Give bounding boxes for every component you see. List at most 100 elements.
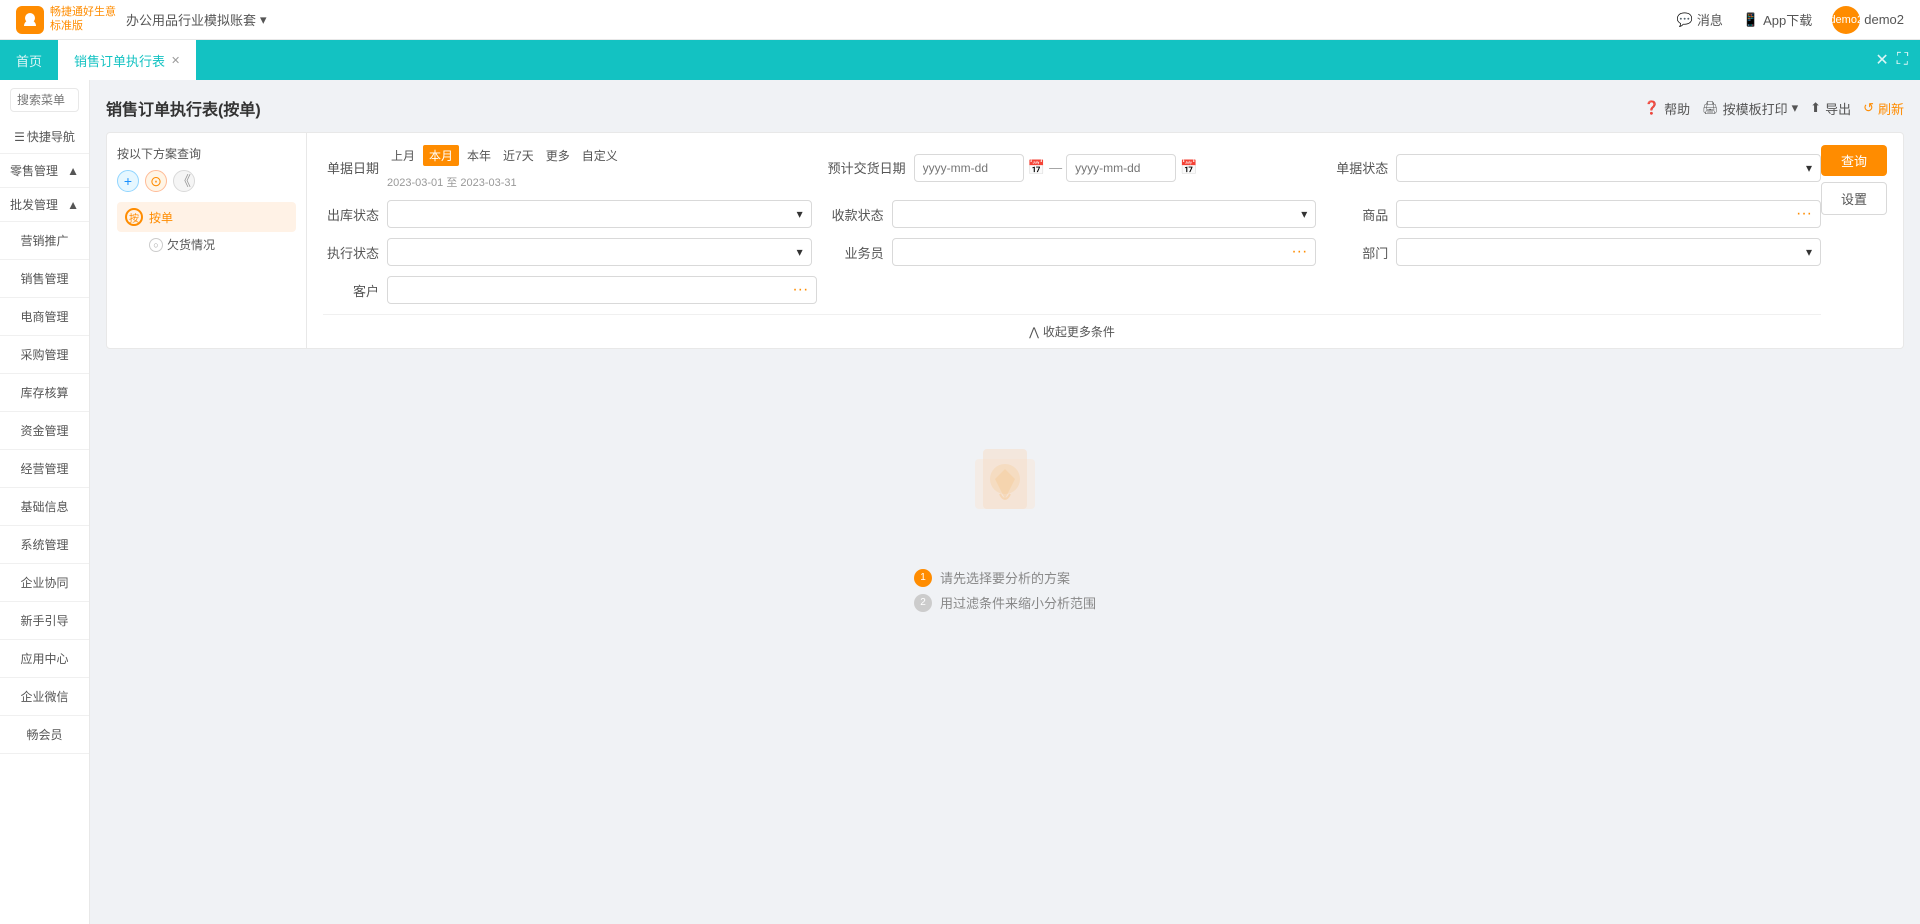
message-button[interactable]: 💬 消息 [1677,10,1723,29]
tab-fullscreen-icon[interactable]: ⛶ [1897,51,1908,69]
wholesale-arrow: ▲ [67,198,79,212]
scheme-sub-欠货[interactable]: ○ 欠货情况 [117,232,296,257]
sidebar-item-sales[interactable]: 销售管理 [0,260,89,298]
shortcut-this-month[interactable]: 本月 [423,145,459,166]
download-icon: 📱 [1743,12,1759,28]
sidebar-item-apps[interactable]: 应用中心 [0,640,89,678]
exec-status-control: ▾ [387,238,812,266]
filter-customer: 客户 ··· [323,276,817,304]
salesperson-dots[interactable]: ··· [1291,243,1307,261]
goods-select[interactable]: ··· [1396,200,1821,228]
settings-button[interactable]: 设置 [1821,182,1887,215]
export-button[interactable]: ⬆ 导出 [1810,99,1851,118]
shortcut-7days[interactable]: 近7天 [499,145,538,166]
sidebar-item-operations[interactable]: 经营管理 [0,450,89,488]
sales-order-tab-label: 销售订单执行表 [74,51,165,70]
sidebar-search-input[interactable] [10,88,79,112]
app-name: 办公用品行业模拟账套 [126,10,256,29]
step-1-num: 1 [914,569,932,587]
sidebar: ☰ 快捷导航 零售管理 ▲ 批发管理 ▲ 营销推广 销售管理 电商管理 采购管理… [0,80,90,924]
sidebar-item-newbie[interactable]: 新手引导 [0,602,89,640]
app-download-button[interactable]: 📱 App下载 [1743,10,1812,29]
download-label: App下载 [1763,10,1812,29]
sidebar-item-member[interactable]: 畅会员 [0,716,89,754]
tab-home[interactable]: 首页 [0,40,58,80]
sidebar-item-finance[interactable]: 资金管理 [0,412,89,450]
filter-collection-status: 收款状态 ▾ [828,200,1317,228]
help-button[interactable]: ❓ 帮助 [1644,99,1690,118]
tab-close-icon[interactable]: ✕ [171,54,180,67]
sidebar-item-marketing[interactable]: 营销推广 [0,222,89,260]
refresh-icon: ↺ [1863,100,1874,116]
expected-date-to[interactable] [1066,154,1176,182]
add-scheme-button[interactable]: + [117,170,139,192]
scheme-panel-title: 按以下方案查询 [117,145,296,162]
collapse-icon: ⋀ [1029,325,1039,339]
sidebar-item-wholesale[interactable]: 批发管理 ▲ [0,188,89,222]
shortcut-this-year[interactable]: 本年 [463,145,495,166]
query-button[interactable]: 查询 [1821,145,1887,176]
bill-date-control: 上月 本月 本年 近7天 更多 自定义 2023-03-01 至 2023-03… [387,145,812,190]
sidebar-item-basic[interactable]: 基础信息 [0,488,89,526]
filter-expected-date: 预计交货日期 📅 — 📅 [828,154,1317,182]
finance-label: 资金管理 [20,424,68,438]
department-chevron: ▾ [1806,245,1812,259]
shortcut-more[interactable]: 更多 [542,145,574,166]
app-selector[interactable]: 办公用品行业模拟账套 ▾ [126,10,267,29]
marketing-label: 营销推广 [20,234,68,248]
collapse-more-button[interactable]: ⋀ 收起更多条件 [323,314,1821,348]
filter-salesperson: 业务员 ··· [828,238,1317,266]
department-select[interactable]: ▾ [1396,238,1821,266]
newbie-label: 新手引导 [20,614,68,628]
empty-state-icon [955,429,1055,548]
settings-scheme-button[interactable]: ⊙ [145,170,167,192]
step-2-label: 用过滤条件来缩小分析范围 [940,593,1096,612]
empty-state-step-2: 2 用过滤条件来缩小分析范围 [914,593,1096,612]
collection-status-select[interactable]: ▾ [892,200,1317,228]
expected-date-from[interactable] [914,154,1024,182]
logo-area: 畅捷通好生意 标准版 [16,6,116,34]
app-selector-chevron: ▾ [260,12,267,28]
help-icon: ❓ [1644,100,1660,116]
scheme-icon-按单: 按 [125,208,143,226]
help-label: 帮助 [1664,99,1690,118]
refresh-button[interactable]: ↺ 刷新 [1863,99,1904,118]
exec-status-select[interactable]: ▾ [387,238,812,266]
shortcut-custom[interactable]: 自定义 [578,145,622,166]
customer-dots[interactable]: ··· [792,281,808,299]
filter-action-buttons: 查询 设置 [1821,145,1887,215]
sidebar-item-purchase[interactable]: 采购管理 [0,336,89,374]
refresh-label: 刷新 [1878,99,1904,118]
salesperson-select[interactable]: ··· [892,238,1317,266]
filter-right-area: 单据日期 上月 本月 本年 近7天 更多 自定义 [307,133,1903,348]
goods-dots[interactable]: ··· [1796,205,1812,223]
tab-sales-order[interactable]: 销售订单执行表 ✕ [58,40,196,80]
shortcut-last-month[interactable]: 上月 [387,145,419,166]
sidebar-item-retail[interactable]: 零售管理 ▲ [0,154,89,188]
sidebar-item-system[interactable]: 系统管理 [0,526,89,564]
step-2-num: 2 [914,594,932,612]
bill-status-select[interactable]: ▾ [1396,154,1821,182]
operations-label: 经营管理 [20,462,68,476]
page-title: 销售订单执行表(按单) [106,96,261,120]
print-button[interactable]: 🖨 按模板打印 ▾ [1702,99,1798,118]
sidebar-item-enterprise[interactable]: 企业协同 [0,564,89,602]
outbound-status-control: ▾ [387,200,812,228]
basic-label: 基础信息 [20,500,68,514]
sidebar-quicknav[interactable]: ☰ 快捷导航 [0,120,89,154]
tab-close-window-icon[interactable]: ✕ [1875,50,1888,70]
department-control: ▾ [1396,238,1821,266]
exec-chevron: ▾ [797,245,803,259]
filter-bill-status: 单据状态 ▾ [1332,154,1821,182]
message-label: 消息 [1697,10,1723,29]
customer-select[interactable]: ··· [387,276,817,304]
sidebar-item-inventory[interactable]: 库存核算 [0,374,89,412]
outbound-status-select[interactable]: ▾ [387,200,812,228]
export-icon: ⬆ [1810,100,1821,116]
user-menu[interactable]: demo2 demo2 [1832,6,1904,34]
user-name: demo2 [1864,12,1904,27]
sidebar-item-wechat[interactable]: 企业微信 [0,678,89,716]
collapse-scheme-button[interactable]: 《 [173,170,195,192]
scheme-item-按单[interactable]: 按 按单 [117,202,296,232]
sidebar-item-ecommerce[interactable]: 电商管理 [0,298,89,336]
